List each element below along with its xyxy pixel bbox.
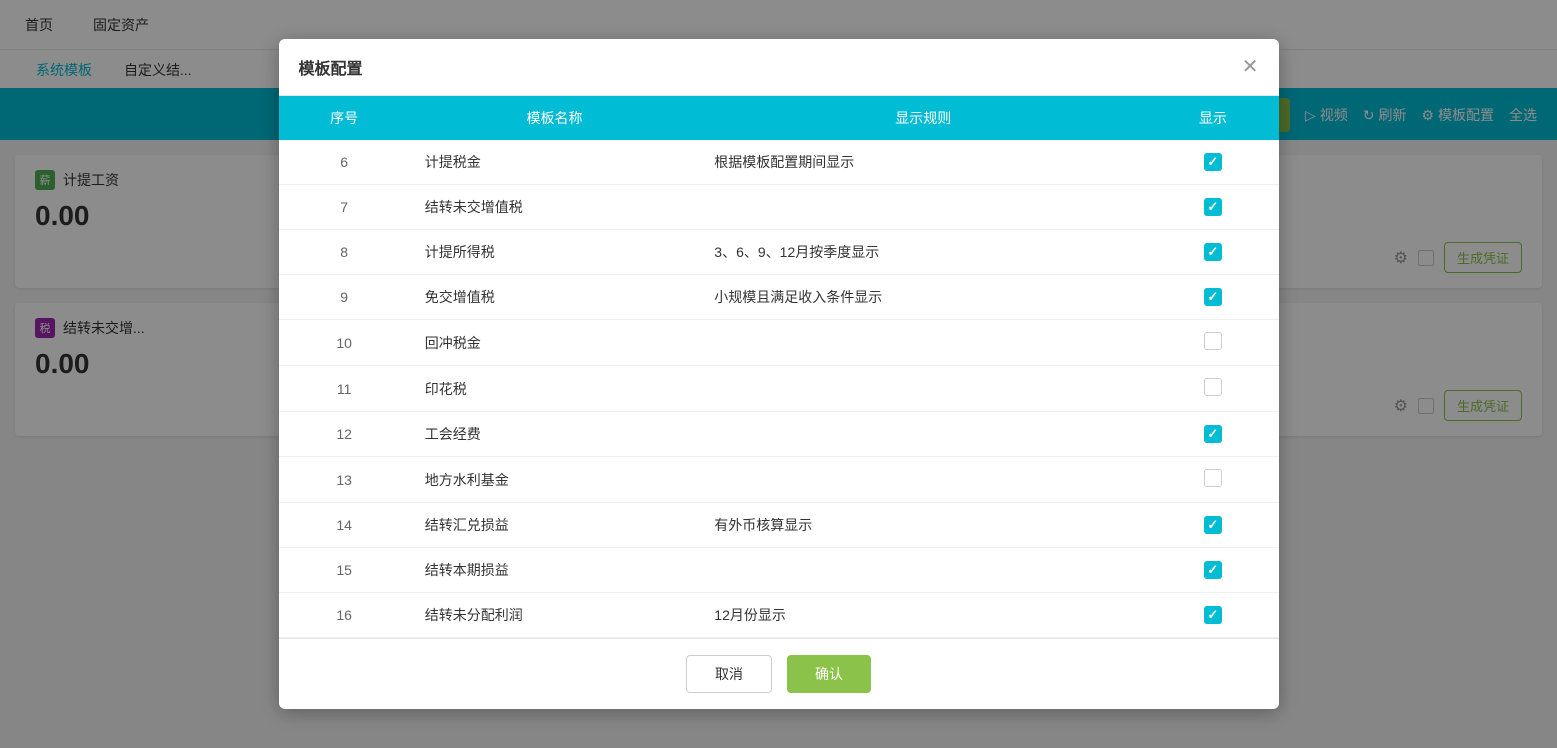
row-name: 地方水利基金	[410, 457, 700, 503]
row-display[interactable]	[1147, 457, 1278, 503]
row-display[interactable]	[1147, 230, 1278, 275]
row-rule: 12月份显示	[699, 593, 1147, 638]
row-display[interactable]	[1147, 140, 1278, 185]
modal-title: 模板配置	[299, 55, 363, 79]
row-name: 计提税金	[410, 140, 700, 185]
table-row: 14结转汇兑损益有外币核算显示	[279, 503, 1279, 548]
template-config-modal: 模板配置 ✕ 序号 模板名称 显示规则 显示 6计提税金根据模板配置期间显示7结…	[279, 39, 1279, 709]
row-seq: 10	[279, 320, 410, 366]
row-seq: 8	[279, 230, 410, 275]
row-rule	[699, 366, 1147, 412]
checkbox-checked[interactable]	[1204, 243, 1222, 261]
checkbox-checked[interactable]	[1204, 516, 1222, 534]
col-seq: 序号	[279, 96, 410, 140]
row-rule	[699, 457, 1147, 503]
table-row: 9免交增值税小规模且满足收入条件显示	[279, 275, 1279, 320]
row-seq: 16	[279, 593, 410, 638]
col-rule: 显示规则	[699, 96, 1147, 140]
table-row: 15结转本期损益	[279, 548, 1279, 593]
cancel-button[interactable]: 取消	[686, 655, 772, 693]
checkbox-checked[interactable]	[1204, 288, 1222, 306]
checkbox-unchecked[interactable]	[1204, 378, 1222, 396]
table-row: 6计提税金根据模板配置期间显示	[279, 140, 1279, 185]
table-row: 13地方水利基金	[279, 457, 1279, 503]
col-display: 显示	[1147, 96, 1278, 140]
row-name: 工会经费	[410, 412, 700, 457]
row-name: 计提所得税	[410, 230, 700, 275]
row-seq: 7	[279, 185, 410, 230]
row-seq: 6	[279, 140, 410, 185]
modal-header: 模板配置 ✕	[279, 39, 1279, 96]
checkbox-checked[interactable]	[1204, 561, 1222, 579]
row-seq: 12	[279, 412, 410, 457]
row-display[interactable]	[1147, 548, 1278, 593]
col-name: 模板名称	[410, 96, 700, 140]
modal-body: 序号 模板名称 显示规则 显示 6计提税金根据模板配置期间显示7结转未交增值税8…	[279, 96, 1279, 638]
row-display[interactable]	[1147, 366, 1278, 412]
config-table: 序号 模板名称 显示规则 显示 6计提税金根据模板配置期间显示7结转未交增值税8…	[279, 96, 1279, 638]
row-display[interactable]	[1147, 503, 1278, 548]
table-row: 8计提所得税3、6、9、12月按季度显示	[279, 230, 1279, 275]
table-row: 16结转未分配利润12月份显示	[279, 593, 1279, 638]
table-row: 12工会经费	[279, 412, 1279, 457]
row-seq: 15	[279, 548, 410, 593]
confirm-button[interactable]: 确认	[787, 655, 871, 693]
row-name: 回冲税金	[410, 320, 700, 366]
table-row: 7结转未交增值税	[279, 185, 1279, 230]
modal-close-button[interactable]: ✕	[1242, 57, 1259, 77]
row-seq: 11	[279, 366, 410, 412]
table-header-row: 序号 模板名称 显示规则 显示	[279, 96, 1279, 140]
row-display[interactable]	[1147, 185, 1278, 230]
row-rule	[699, 320, 1147, 366]
row-display[interactable]	[1147, 320, 1278, 366]
modal-footer: 取消 确认	[279, 638, 1279, 709]
row-seq: 14	[279, 503, 410, 548]
row-rule	[699, 548, 1147, 593]
row-rule: 根据模板配置期间显示	[699, 140, 1147, 185]
row-name: 结转本期损益	[410, 548, 700, 593]
row-rule: 小规模且满足收入条件显示	[699, 275, 1147, 320]
checkbox-checked[interactable]	[1204, 153, 1222, 171]
row-rule: 3、6、9、12月按季度显示	[699, 230, 1147, 275]
checkbox-checked[interactable]	[1204, 606, 1222, 624]
table-row: 11印花税	[279, 366, 1279, 412]
checkbox-checked[interactable]	[1204, 425, 1222, 443]
row-name: 结转未分配利润	[410, 593, 700, 638]
row-name: 免交增值税	[410, 275, 700, 320]
checkbox-unchecked[interactable]	[1204, 332, 1222, 350]
row-display[interactable]	[1147, 275, 1278, 320]
row-rule	[699, 185, 1147, 230]
row-seq: 13	[279, 457, 410, 503]
row-rule: 有外币核算显示	[699, 503, 1147, 548]
modal-overlay[interactable]: 模板配置 ✕ 序号 模板名称 显示规则 显示 6计提税金根据模板配置期间显示7结…	[0, 0, 1557, 748]
row-name: 印花税	[410, 366, 700, 412]
row-rule	[699, 412, 1147, 457]
row-display[interactable]	[1147, 412, 1278, 457]
checkbox-unchecked[interactable]	[1204, 469, 1222, 487]
table-row: 10回冲税金	[279, 320, 1279, 366]
row-name: 结转未交增值税	[410, 185, 700, 230]
row-seq: 9	[279, 275, 410, 320]
row-name: 结转汇兑损益	[410, 503, 700, 548]
row-display[interactable]	[1147, 593, 1278, 638]
checkbox-checked[interactable]	[1204, 198, 1222, 216]
